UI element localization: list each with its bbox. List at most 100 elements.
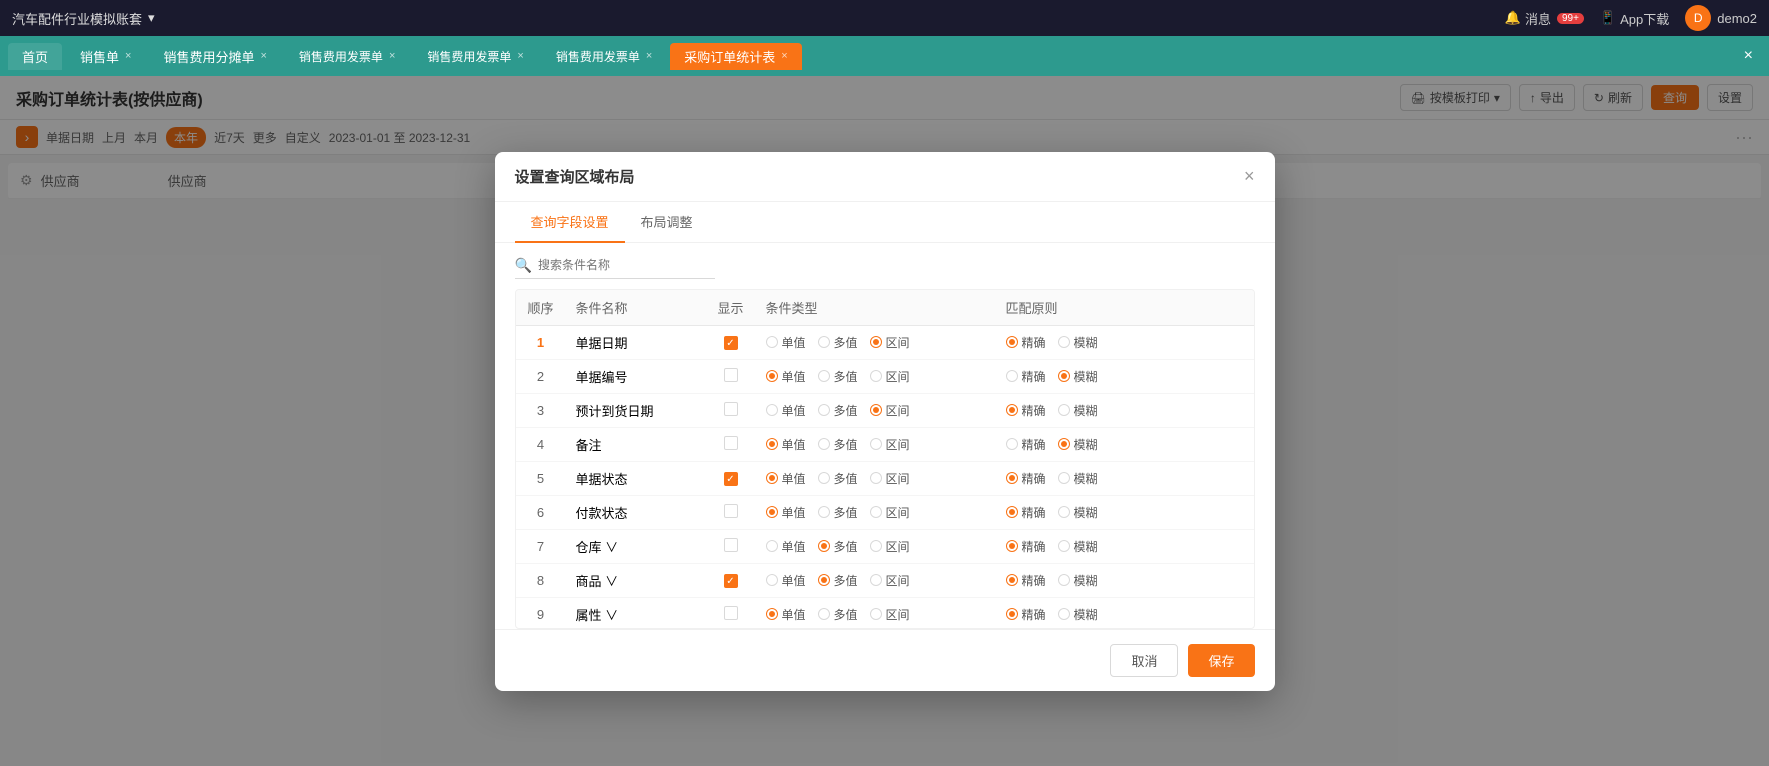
- nav-tab-purchase-stats[interactable]: 采购订单统计表 ×: [670, 43, 801, 70]
- type-radio-5-2[interactable]: 区间: [870, 504, 910, 521]
- type-radio-2-2[interactable]: 区间: [870, 402, 910, 419]
- table-row: 1单据日期单值多值区间精确模糊: [516, 325, 1254, 359]
- row-checkbox-8[interactable]: [706, 597, 756, 629]
- type-radio-1-0[interactable]: 单值: [766, 368, 806, 385]
- close-tab3[interactable]: ×: [646, 50, 652, 62]
- modal-close-btn[interactable]: ×: [1244, 167, 1255, 185]
- type-radio-4-0[interactable]: 单值: [766, 470, 806, 487]
- checkbox-0[interactable]: [724, 336, 738, 350]
- row-checkbox-2[interactable]: [706, 393, 756, 427]
- checkbox-1[interactable]: [724, 368, 738, 382]
- checkbox-3[interactable]: [724, 436, 738, 450]
- save-btn[interactable]: 保存: [1188, 644, 1254, 677]
- app-download-btn[interactable]: 📱 App下载: [1600, 9, 1669, 28]
- close-purchase-tab[interactable]: ×: [781, 50, 787, 62]
- row-checkbox-0[interactable]: [706, 325, 756, 359]
- checkbox-5[interactable]: [724, 504, 738, 518]
- match-radio-7-1[interactable]: 模糊: [1058, 572, 1098, 589]
- modal-table-scroll[interactable]: 顺序 条件名称 显示 条件类型: [515, 289, 1255, 629]
- type-radio-4-1[interactable]: 多值: [818, 470, 858, 487]
- type-radio-8-1[interactable]: 多值: [818, 606, 858, 623]
- type-radio-2-0[interactable]: 单值: [766, 402, 806, 419]
- type-radio-6-0[interactable]: 单值: [766, 538, 806, 555]
- nav-tab-sales-invoice1[interactable]: 销售费用发票单 ×: [285, 44, 409, 69]
- row-checkbox-6[interactable]: [706, 529, 756, 563]
- top-bar: 汽车配件行业模拟账套 ▾ 🔔 消息 99+ 📱 App下载 D demo2: [0, 0, 1769, 36]
- type-radio-1-2[interactable]: 区间: [870, 368, 910, 385]
- match-radio-4-1[interactable]: 模糊: [1058, 470, 1098, 487]
- close-sales-order-tab[interactable]: ×: [125, 50, 131, 62]
- nav-close-all[interactable]: ×: [1736, 47, 1761, 65]
- type-radio-6-2[interactable]: 区间: [870, 538, 910, 555]
- type-radio-7-2[interactable]: 区间: [870, 572, 910, 589]
- match-radio-8-0[interactable]: 精确: [1006, 606, 1046, 623]
- match-radio-6-1[interactable]: 模糊: [1058, 538, 1098, 555]
- user-avatar[interactable]: D demo2: [1685, 5, 1757, 31]
- type-radio-0-1[interactable]: 多值: [818, 334, 858, 351]
- modal-overlay[interactable]: 设置查询区域布局 × 查询字段设置 布局调整 🔍: [0, 76, 1769, 766]
- type-radio-0-2[interactable]: 区间: [870, 334, 910, 351]
- row-condition-name-0: 单据日期: [566, 325, 706, 359]
- close-tab1[interactable]: ×: [389, 50, 395, 62]
- row-checkbox-5[interactable]: [706, 495, 756, 529]
- type-radio-2-1[interactable]: 多值: [818, 402, 858, 419]
- th-display: 显示: [706, 290, 756, 326]
- match-radio-0-1[interactable]: 模糊: [1058, 334, 1098, 351]
- table-row: 3预计到货日期单值多值区间精确模糊: [516, 393, 1254, 427]
- checkbox-6[interactable]: [724, 538, 738, 552]
- type-radio-1-1[interactable]: 多值: [818, 368, 858, 385]
- app-title-dropdown-icon[interactable]: ▾: [148, 10, 155, 26]
- modal-tab-query-fields[interactable]: 查询字段设置: [515, 202, 625, 243]
- match-radio-3-0[interactable]: 精确: [1006, 436, 1046, 453]
- type-radio-3-0[interactable]: 单值: [766, 436, 806, 453]
- match-radio-4-0[interactable]: 精确: [1006, 470, 1046, 487]
- row-checkbox-1[interactable]: [706, 359, 756, 393]
- match-radio-7-0[interactable]: 精确: [1006, 572, 1046, 589]
- close-tab2[interactable]: ×: [517, 50, 523, 62]
- notification-btn[interactable]: 🔔 消息 99+: [1505, 9, 1584, 28]
- type-radio-5-0[interactable]: 单值: [766, 504, 806, 521]
- row-checkbox-7[interactable]: [706, 563, 756, 597]
- th-seq: 顺序: [516, 290, 566, 326]
- nav-tab-sales-expense[interactable]: 销售费用分摊单 ×: [149, 43, 280, 70]
- type-radio-8-0[interactable]: 单值: [766, 606, 806, 623]
- type-radio-5-1[interactable]: 多值: [818, 504, 858, 521]
- type-radio-8-2[interactable]: 区间: [870, 606, 910, 623]
- match-radio-2-1[interactable]: 模糊: [1058, 402, 1098, 419]
- match-radio-1-1[interactable]: 模糊: [1058, 368, 1098, 385]
- checkbox-7[interactable]: [724, 574, 738, 588]
- row-types-1: 单值多值区间: [756, 359, 996, 393]
- match-radio-5-0[interactable]: 精确: [1006, 504, 1046, 521]
- nav-tab-sales-invoice3[interactable]: 销售费用发票单 ×: [542, 44, 666, 69]
- checkbox-8[interactable]: [724, 606, 738, 620]
- nav-tab-sales-order[interactable]: 销售单 ×: [66, 43, 145, 70]
- close-sales-expense-tab[interactable]: ×: [260, 50, 266, 62]
- type-radio-3-2[interactable]: 区间: [870, 436, 910, 453]
- match-radio-5-1[interactable]: 模糊: [1058, 504, 1098, 521]
- nav-tab-sales-invoice2[interactable]: 销售费用发票单 ×: [413, 44, 537, 69]
- type-radio-4-2[interactable]: 区间: [870, 470, 910, 487]
- match-radio-3-1[interactable]: 模糊: [1058, 436, 1098, 453]
- type-radio-7-0[interactable]: 单值: [766, 572, 806, 589]
- checkbox-2[interactable]: [724, 402, 738, 416]
- checkbox-4[interactable]: [724, 472, 738, 486]
- match-radio-6-0[interactable]: 精确: [1006, 538, 1046, 555]
- condition-search-input[interactable]: [538, 258, 698, 272]
- modal: 设置查询区域布局 × 查询字段设置 布局调整 🔍: [495, 152, 1275, 691]
- row-matches-4: 精确模糊: [996, 461, 1254, 495]
- row-checkbox-4[interactable]: [706, 461, 756, 495]
- row-condition-name-3: 备注: [566, 427, 706, 461]
- type-radio-3-1[interactable]: 多值: [818, 436, 858, 453]
- type-radio-6-1[interactable]: 多值: [818, 538, 858, 555]
- modal-tab-layout[interactable]: 布局调整: [625, 202, 709, 243]
- row-checkbox-3[interactable]: [706, 427, 756, 461]
- cancel-btn[interactable]: 取消: [1110, 644, 1178, 677]
- match-radio-0-0[interactable]: 精确: [1006, 334, 1046, 351]
- nav-home-tab[interactable]: 首页: [8, 43, 62, 70]
- type-radio-7-1[interactable]: 多值: [818, 572, 858, 589]
- type-radio-0-0[interactable]: 单值: [766, 334, 806, 351]
- match-radio-1-0[interactable]: 精确: [1006, 368, 1046, 385]
- match-radio-2-0[interactable]: 精确: [1006, 402, 1046, 419]
- th-name: 条件名称: [566, 290, 706, 326]
- match-radio-8-1[interactable]: 模糊: [1058, 606, 1098, 623]
